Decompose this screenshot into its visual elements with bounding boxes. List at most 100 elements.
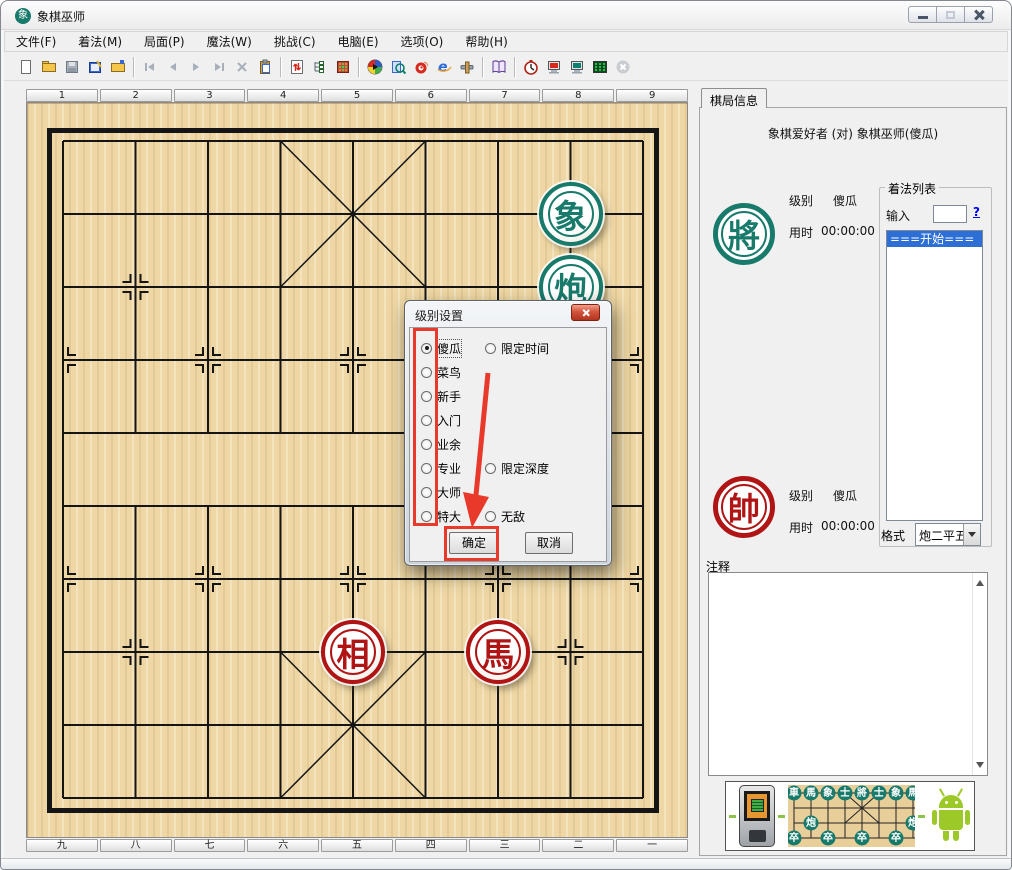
paste-button[interactable] [253,56,276,78]
computer-red-button[interactable] [542,56,565,78]
tab-game-info[interactable]: 棋局信息 [701,88,767,108]
maximize-button[interactable] [936,6,965,23]
mobile-ad-banner[interactable]: 車馬象士將士象馬車炮炮卒卒卒卒卒 [725,781,975,851]
weibo-button[interactable] [409,56,432,78]
svg-text:卒: 卒 [823,831,833,844]
black-time-value: 00:00:00 [821,224,875,238]
piece-red-相[interactable]: 相 [321,620,385,684]
swap-moves-icon [289,59,305,75]
cancel-button[interactable]: 取消 [525,532,573,554]
annotation-rect-levels [413,328,438,526]
toolbar-separator [280,57,281,77]
menu-item-8[interactable]: 帮助(H) [454,31,518,52]
radio-icon[interactable] [485,463,496,474]
svg-text:卒: 卒 [789,831,799,844]
scroll-down-icon[interactable] [976,762,984,772]
edit-book-button[interactable] [83,56,106,78]
file-label: 六 [247,839,319,852]
maximize-icon [946,11,955,19]
menu-item-3[interactable]: 局面(P) [133,31,196,52]
board-file-numbers-bottom: 九八七六五四三二一 [26,839,688,852]
file-label: 2 [100,89,172,102]
minimize-button[interactable] [908,6,937,23]
file-label: 五 [321,839,393,852]
svg-text:炮: 炮 [805,816,816,829]
menu-item-4[interactable]: 魔法(W) [196,31,263,52]
piece-black-象[interactable]: 象 [539,182,603,246]
menu-item-7[interactable]: 选项(O) [390,31,455,52]
board-matrix-icon [335,59,351,75]
radio-icon[interactable] [485,343,496,354]
stop-disabled-button[interactable] [611,56,634,78]
open-button[interactable] [37,56,60,78]
comment-textarea[interactable] [708,572,988,776]
title-bar[interactable]: 象 象棋巫师 [1,1,1011,30]
file-label: 1 [26,89,98,102]
svg-text:馬: 馬 [908,787,915,799]
stop-disabled-icon [615,59,631,75]
computer-black-button[interactable] [565,56,588,78]
move-tree-button[interactable] [308,56,331,78]
annotation-rect-ok [444,526,499,561]
new-button[interactable] [14,56,37,78]
prev-icon [165,59,181,75]
move-input[interactable] [933,205,967,223]
timer-button[interactable] [519,56,542,78]
board-matrix-button[interactable] [331,56,354,78]
file-label: 9 [616,89,688,102]
move-input-label: 输入 [886,207,910,224]
radio-icon[interactable] [485,511,496,522]
help-link[interactable]: ? [973,205,980,219]
settings-pinwheel-button[interactable] [363,56,386,78]
delete-button[interactable] [230,56,253,78]
level-settings-dialog[interactable]: 级别设置 傻瓜菜鸟新手入门业余专业大师特大限定时间限定深度无敌确定取消 [404,300,612,566]
next-button[interactable] [184,56,207,78]
menu-item-5[interactable]: 挑战(C) [263,31,327,52]
file-label: 6 [395,89,467,102]
move-list[interactable]: ===开始=== [886,230,983,521]
screen-board-icon [592,59,608,75]
edit-book-icon [87,59,103,75]
move-tree-icon [312,59,328,75]
menu-bar: 文件(F)着法(M)局面(P)魔法(W)挑战(C)电脑(E)选项(O)帮助(H) [4,31,1008,52]
move-list-item[interactable]: ===开始=== [887,231,982,247]
svg-text:象: 象 [891,786,901,799]
screen-board-button[interactable] [588,56,611,78]
internet-explorer-button[interactable]: e [432,56,455,78]
game-info-pane: 象棋爱好者 (对) 象棋巫师(傻瓜) 將 级别 傻瓜 用时 00:00:00 着… [699,107,1007,856]
piece-red-馬[interactable]: 馬 [466,620,530,684]
scroll-up-icon[interactable] [976,576,984,586]
tools-button[interactable] [455,56,478,78]
prev-button[interactable] [161,56,184,78]
svg-text:象: 象 [823,786,833,799]
first-button[interactable] [138,56,161,78]
radio-mode-限定时间[interactable]: 限定时间 [485,340,549,357]
svg-text:車: 車 [789,786,799,799]
last-button[interactable] [207,56,230,78]
dialog-close-button[interactable] [571,304,600,321]
format-combobox[interactable]: 炮二平五 [915,523,981,546]
black-level-value: 傻瓜 [833,192,857,209]
radio-mode-无敌[interactable]: 无敌 [485,508,525,525]
properties-icon [110,59,126,75]
combo-dropdown-icon[interactable] [963,524,980,545]
comment-scrollbar[interactable] [972,573,987,775]
svg-text:將: 將 [857,786,867,799]
close-button[interactable] [964,6,993,23]
engine-search-button[interactable] [386,56,409,78]
radio-mode-限定深度[interactable]: 限定深度 [485,460,549,477]
paste-icon [257,59,273,75]
manual-book-button[interactable] [487,56,510,78]
properties-button[interactable] [106,56,129,78]
move-list-group: 着法列表 输入 ? ===开始=== 格式 炮二平五 [879,187,992,547]
menu-item-1[interactable]: 文件(F) [5,31,67,52]
menu-item-6[interactable]: 电脑(E) [327,31,390,52]
computer-black-icon [569,59,585,75]
swap-moves-button[interactable] [285,56,308,78]
svg-text:e: e [438,59,448,75]
menu-item-2[interactable]: 着法(M) [67,31,133,52]
toolbar: e [4,53,1008,81]
save-button[interactable] [60,56,83,78]
delete-icon [234,59,250,75]
save-icon [64,59,80,75]
